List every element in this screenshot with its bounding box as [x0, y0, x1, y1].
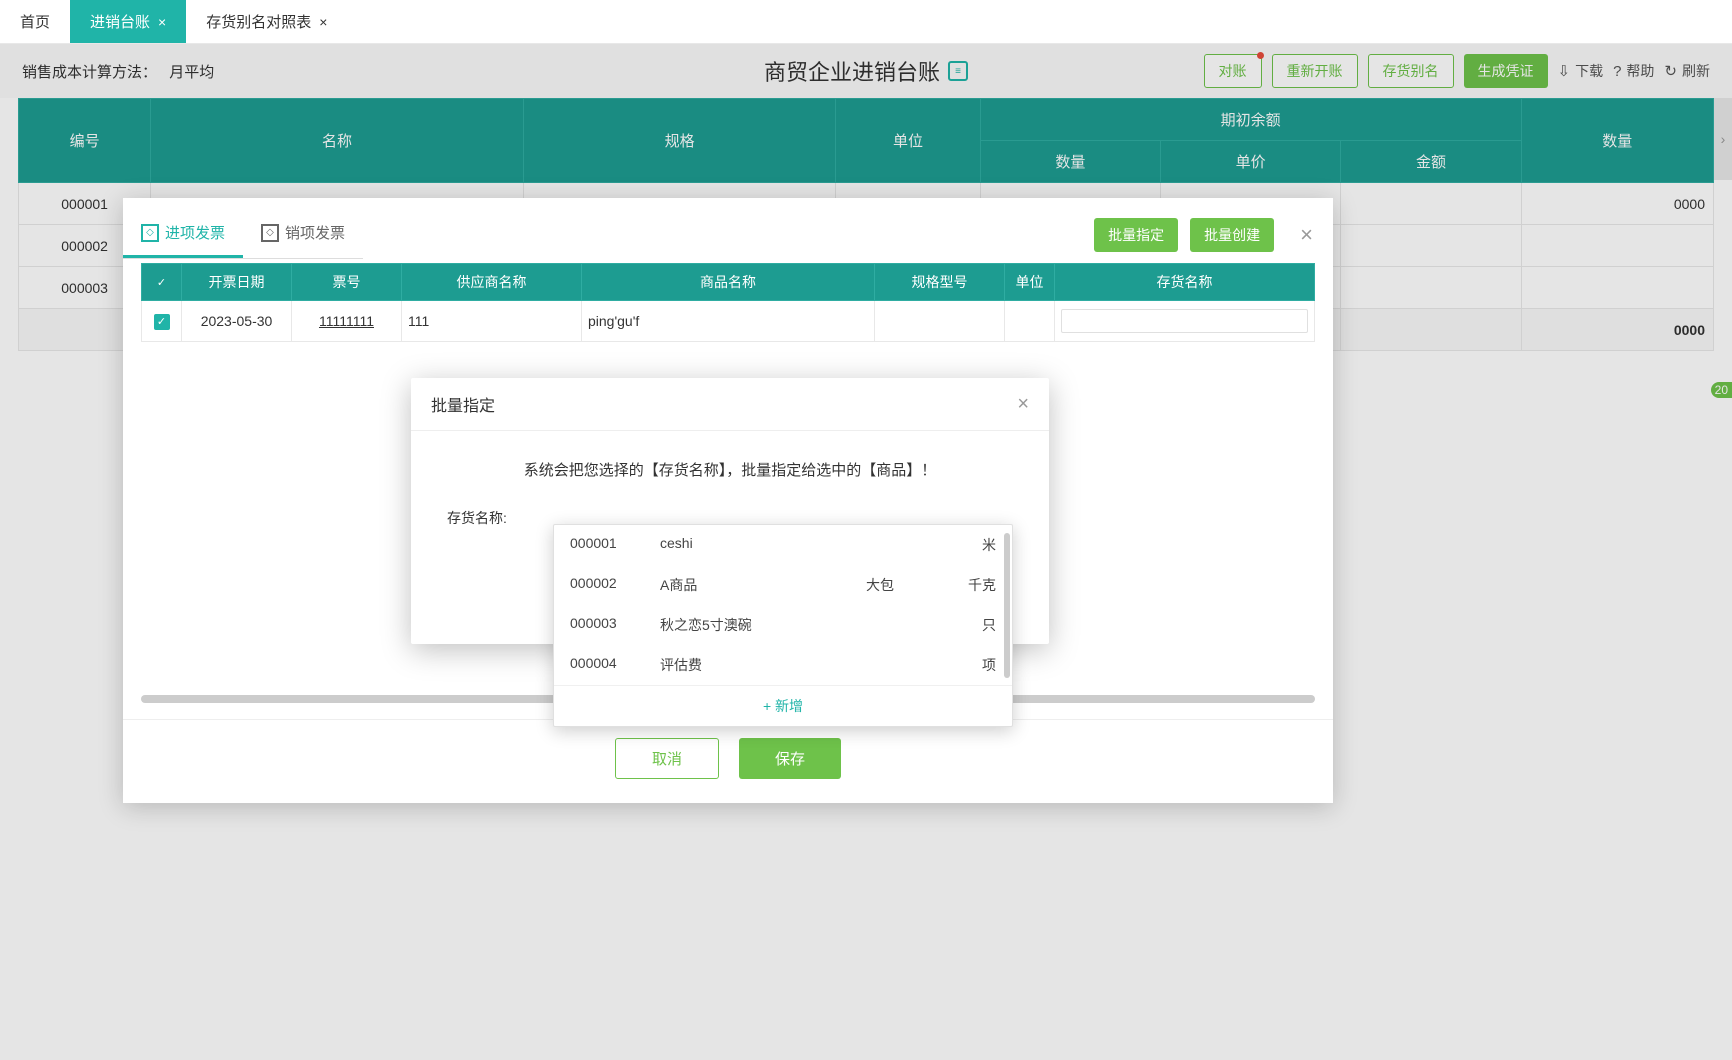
col-amount: 金额 [1341, 141, 1521, 183]
dropdown-add[interactable]: + 新增 [554, 685, 1012, 726]
cancel-button[interactable]: 取消 [615, 738, 719, 779]
method-label: 销售成本计算方法： 月平均 [22, 61, 214, 82]
download-button[interactable]: ⇩ 下载 [1558, 61, 1604, 81]
tab-alias-label: 存货别名对照表 [206, 11, 311, 32]
help-button[interactable]: ? 帮助 [1613, 61, 1654, 81]
gen-voucher-button[interactable]: 生成凭证 [1464, 54, 1548, 88]
col-id: 编号 [19, 99, 151, 183]
tabs-bar: 首页 进销台账 × 存货别名对照表 × [0, 0, 1732, 44]
batch-assign-button[interactable]: 批量指定 [1094, 218, 1178, 252]
invoice-tab-out[interactable]: 销项发票 [243, 210, 363, 258]
modal-title: 批量指定 [431, 392, 495, 416]
stock-dropdown: 000001 ceshi 米 000002 A商品 大包 千克 000003 秋… [553, 524, 1013, 727]
alias-button[interactable]: 存货别名 [1368, 54, 1454, 88]
dropdown-item[interactable]: 000004 评估费 项 [554, 645, 1012, 685]
col-unit: 单位 [836, 99, 980, 183]
refresh-icon: ↻ [1664, 62, 1677, 80]
stock-input[interactable] [1061, 309, 1308, 333]
scrollbar[interactable] [1004, 533, 1010, 678]
dropdown-item[interactable]: 000002 A商品 大包 千克 [554, 565, 1012, 605]
download-icon: ⇩ [1558, 62, 1571, 80]
close-icon[interactable]: × [1017, 393, 1029, 416]
col-date: 开票日期 [182, 264, 292, 301]
col-qty2: 数量 [1521, 99, 1713, 183]
modal-message: 系统会把您选择的【存货名称】，批量指定给选中的【商品】！ [447, 459, 1013, 480]
invoice-no-link[interactable]: 11111111 [292, 301, 402, 342]
box-icon [261, 224, 279, 242]
help-icon: ? [1613, 63, 1621, 80]
list-icon[interactable] [948, 61, 968, 81]
save-button[interactable]: 保存 [739, 738, 841, 779]
col-spec: 规格 [523, 99, 836, 183]
tab-home[interactable]: 首页 [0, 0, 70, 43]
close-icon[interactable]: × [319, 14, 327, 30]
invoice-row[interactable]: ✓ 2023-05-30 11111111 111 ping'gu'f [142, 301, 1315, 342]
col-name: 名称 [151, 99, 524, 183]
invoice-tab-in[interactable]: 进项发票 [123, 210, 243, 258]
reconcile-button[interactable]: 对账 [1204, 54, 1262, 88]
col-supplier: 供应商名称 [402, 264, 582, 301]
page-title: 商贸企业进销台账 [764, 55, 968, 87]
tab-ledger[interactable]: 进销台账 × [70, 0, 186, 43]
expand-icon[interactable]: › [1714, 98, 1732, 180]
col-price: 单价 [1160, 141, 1340, 183]
close-icon[interactable]: × [158, 14, 166, 30]
col-qty: 数量 [980, 141, 1160, 183]
badge: 20 [1711, 382, 1732, 398]
col-unit: 单位 [1005, 264, 1055, 301]
tab-ledger-label: 进销台账 [90, 11, 150, 32]
batch-create-button[interactable]: 批量创建 [1190, 218, 1274, 252]
tab-alias[interactable]: 存货别名对照表 × [186, 0, 347, 43]
col-stock: 存货名称 [1055, 264, 1315, 301]
dropdown-item[interactable]: 000003 秋之恋5寸澳碗 只 [554, 605, 1012, 645]
dropdown-item[interactable]: 000001 ceshi 米 [554, 525, 1012, 565]
reopen-button[interactable]: 重新开账 [1272, 54, 1358, 88]
refresh-button[interactable]: ↻ 刷新 [1664, 61, 1710, 81]
col-product: 商品名称 [582, 264, 875, 301]
col-check[interactable]: ✓ [142, 264, 182, 301]
col-spec: 规格型号 [875, 264, 1005, 301]
col-no: 票号 [292, 264, 402, 301]
box-icon [141, 224, 159, 242]
checkbox[interactable]: ✓ [154, 314, 170, 330]
col-opening: 期初余额 [980, 99, 1521, 141]
close-icon[interactable]: × [1300, 222, 1313, 248]
toolbar: 销售成本计算方法： 月平均 商贸企业进销台账 对账 重新开账 存货别名 生成凭证… [0, 44, 1732, 98]
